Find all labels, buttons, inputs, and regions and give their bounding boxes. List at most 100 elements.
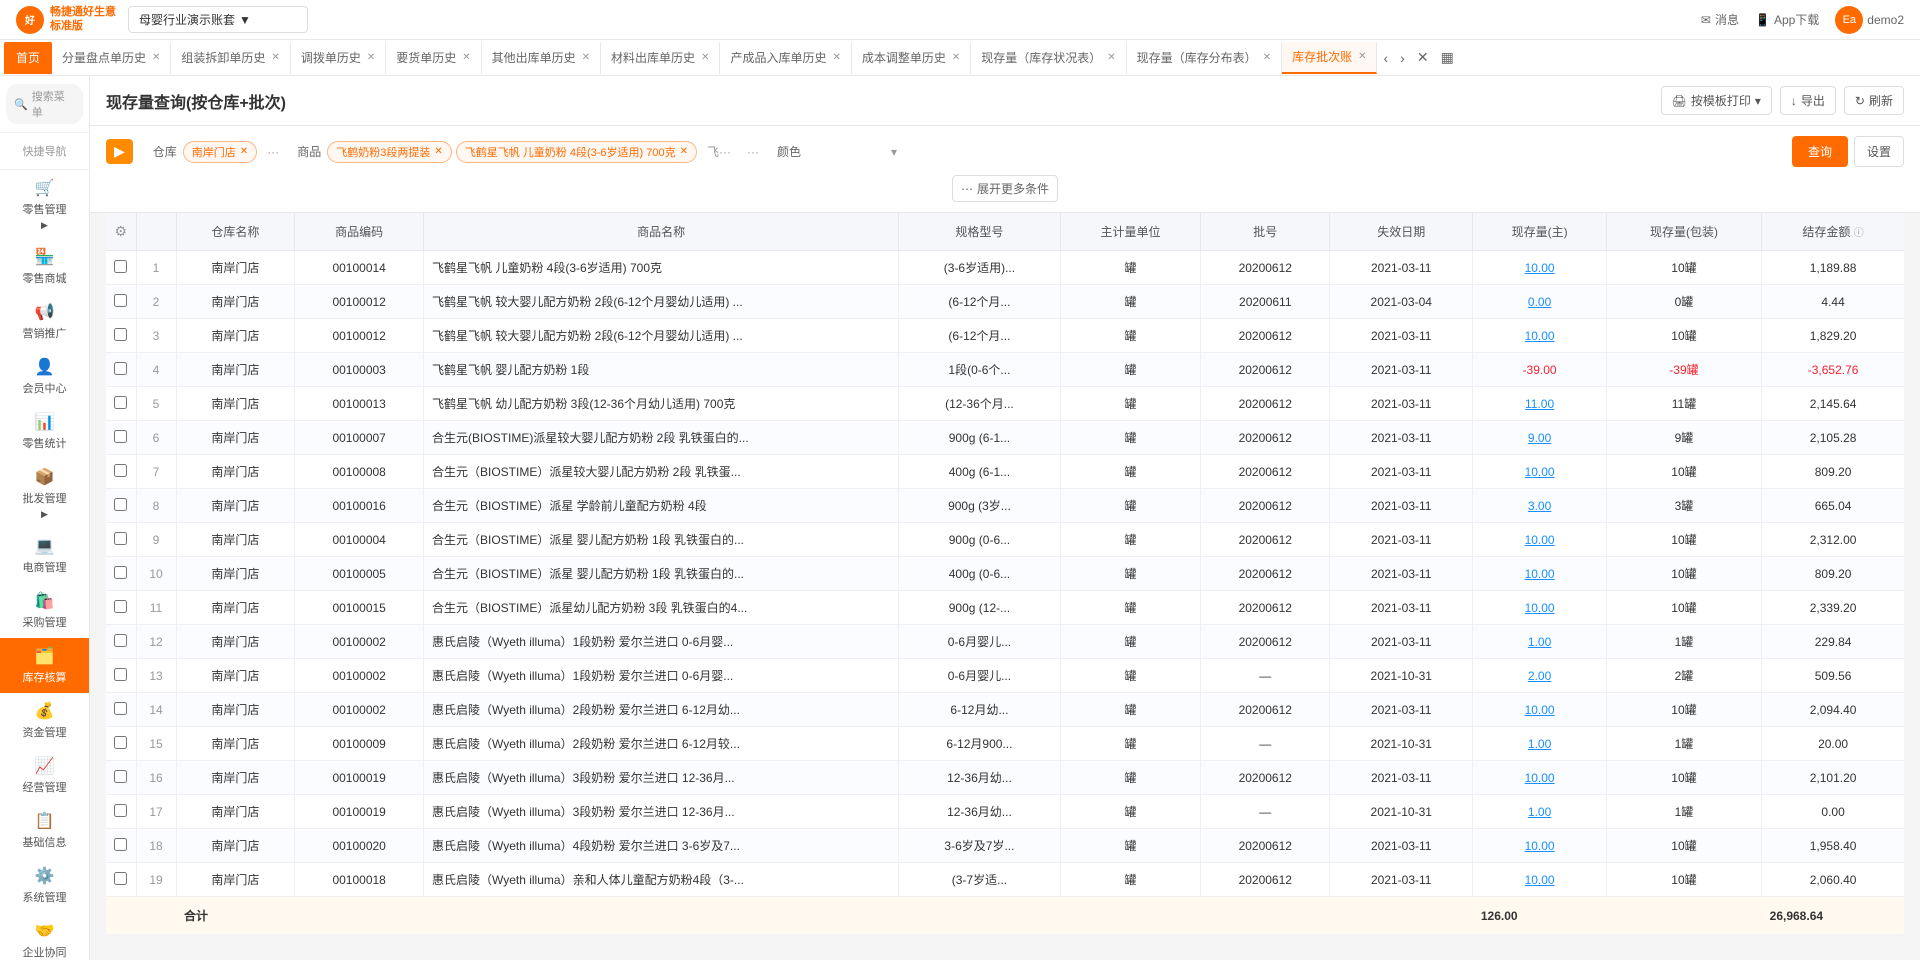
warehouse-tag-nananmen[interactable]: 南岸门店 ✕ [183,141,257,163]
template-print-button[interactable]: 🖨 按模板打印 ▾ [1661,86,1772,115]
tab-demand[interactable]: 要货单历史 ✕ [386,42,481,74]
row-qty-main[interactable]: 10.00 [1473,319,1606,353]
row-qty-main[interactable]: 10.00 [1473,455,1606,489]
sidebar-item-shop[interactable]: 🏪 零售商城 [0,239,89,294]
row-qty-main[interactable]: 10.00 [1473,863,1606,897]
row-checkbox[interactable] [106,863,136,897]
row-qty-main[interactable]: 1.00 [1473,727,1606,761]
filter-expand-arrow[interactable]: ▶ [106,139,133,164]
row-qty-main[interactable]: 10.00 [1473,693,1606,727]
row-checkbox[interactable] [106,693,136,727]
tab-material-out[interactable]: 材料出库单历史 ✕ [601,42,720,74]
col-settings[interactable]: ⚙ [106,213,136,251]
row-checkbox[interactable] [106,557,136,591]
sidebar-item-wholesale[interactable]: 📦 批发管理 ▶ [0,459,89,528]
tab-home[interactable]: 首页 [4,42,52,74]
export-button[interactable]: ↓ 导出 [1780,86,1836,115]
row-checkbox[interactable] [106,591,136,625]
sidebar-item-marketing[interactable]: 📢 营销推广 [0,294,89,349]
tab-stock-status[interactable]: 现存量（库存状况表） ✕ [971,42,1126,74]
row-checkbox[interactable] [106,727,136,761]
row-qty-main[interactable]: 0.00 [1473,285,1606,319]
tab-close-icon[interactable]: ✕ [582,52,590,63]
row-checkbox[interactable] [106,761,136,795]
filter-more-products-button[interactable]: 飞··· [701,141,737,162]
tab-close-icon[interactable]: ✕ [1358,51,1366,62]
row-qty-main[interactable]: 10.00 [1473,761,1606,795]
filter-ellipsis[interactable]: ··· [741,143,765,161]
sidebar-item-purchase[interactable]: 🛍️ 采购管理 [0,583,89,638]
tab-close-icon[interactable]: ✕ [1263,52,1271,63]
row-checkbox[interactable] [106,319,136,353]
tab-prev-button[interactable]: ‹ [1377,50,1394,66]
tab-close-icon[interactable]: ✕ [367,52,375,63]
tab-allocate[interactable]: 调拨单历史 ✕ [291,42,386,74]
tab-close-icon[interactable]: ✕ [832,52,840,63]
tag-close-icon[interactable]: ✕ [240,146,248,157]
row-qty-main[interactable]: 10.00 [1473,591,1606,625]
row-qty-main[interactable]: 9.00 [1473,421,1606,455]
org-selector[interactable]: 母婴行业演示账套 ▼ [128,6,308,33]
tab-close-icon[interactable]: ✕ [952,52,960,63]
tab-inventory-split[interactable]: 分量盘点单历史 ✕ [52,42,171,74]
sidebar-item-ecommerce[interactable]: 💻 电商管理 [0,528,89,583]
sidebar-item-finance[interactable]: 💰 资金管理 [0,693,89,748]
row-checkbox[interactable] [106,625,136,659]
sidebar-search-box[interactable]: 🔍 搜索菜单 [6,84,83,124]
tag-close-icon[interactable]: ✕ [434,146,442,157]
tab-menu-button[interactable]: ▦ [1435,49,1460,66]
tab-next-button[interactable]: › [1394,50,1411,66]
tab-disassemble[interactable]: 组装拆卸单历史 ✕ [171,42,290,74]
row-checkbox[interactable] [106,251,136,285]
tab-batch-ledger[interactable]: 库存批次账 ✕ [1282,42,1377,74]
query-button[interactable]: 查询 [1792,136,1848,167]
row-checkbox[interactable] [106,829,136,863]
expand-conditions-button[interactable]: ⋯ 展开更多条件 [952,175,1058,202]
sidebar-item-operations[interactable]: 📈 经营管理 [0,748,89,803]
sidebar-item-system[interactable]: ⚙️ 系统管理 [0,858,89,913]
row-checkbox[interactable] [106,387,136,421]
product-tag-2[interactable]: 飞鹤星飞帆 儿童奶粉 4段(3-6岁适用) 700克 ✕ [456,141,697,163]
sidebar-item-retail[interactable]: 🛒 零售管理 ▶ [0,170,89,239]
sidebar-item-stats[interactable]: 📊 零售统计 [0,404,89,459]
tab-close-icon[interactable]: ✕ [701,52,709,63]
tag-close-icon[interactable]: ✕ [680,146,688,157]
tab-stock-dist[interactable]: 现存量（库存分布表） ✕ [1127,42,1282,74]
row-checkbox[interactable] [106,489,136,523]
sidebar-item-enterprise[interactable]: 🤝 企业协同 [0,913,89,960]
row-qty-main[interactable]: 2.00 [1473,659,1606,693]
tab-close-icon[interactable]: ✕ [462,52,470,63]
sidebar-item-basic[interactable]: 📋 基础信息 [0,803,89,858]
row-qty-main[interactable]: 1.00 [1473,625,1606,659]
tab-close-all-button[interactable]: ✕ [1411,49,1435,66]
row-checkbox[interactable] [106,455,136,489]
row-qty-main[interactable]: 10.00 [1473,829,1606,863]
message-button[interactable]: ✉ 消息 [1701,11,1739,28]
tab-close-icon[interactable]: ✕ [1107,52,1115,63]
row-qty-main[interactable]: 10.00 [1473,523,1606,557]
filter-more-button[interactable]: ··· [261,143,285,161]
tab-close-icon[interactable]: ✕ [271,52,279,63]
tab-cost-adjust[interactable]: 成本调整单历史 ✕ [852,42,971,74]
user-info[interactable]: Ea demo2 [1835,6,1904,34]
color-dropdown-icon[interactable]: ▾ [891,145,897,159]
row-checkbox[interactable] [106,421,136,455]
app-download-button[interactable]: 📱 App下载 [1755,11,1819,28]
setting-button[interactable]: 设置 [1854,136,1904,167]
tab-close-icon[interactable]: ✕ [152,52,160,63]
row-qty-main[interactable]: 11.00 [1473,387,1606,421]
sidebar-item-inventory[interactable]: 🗂️ 库存核算 [0,638,89,693]
row-checkbox[interactable] [106,659,136,693]
row-checkbox[interactable] [106,523,136,557]
row-qty-main[interactable]: 10.00 [1473,251,1606,285]
product-tag-1[interactable]: 飞鹤奶粉3段两提装 ✕ [327,141,452,163]
sidebar-item-member[interactable]: 👤 会员中心 [0,349,89,404]
row-qty-main[interactable]: 1.00 [1473,795,1606,829]
tab-product-in[interactable]: 产成品入库单历史 ✕ [720,42,851,74]
row-qty-main[interactable]: 3.00 [1473,489,1606,523]
refresh-button[interactable]: ↻ 刷新 [1844,86,1904,115]
row-checkbox[interactable] [106,353,136,387]
row-checkbox[interactable] [106,285,136,319]
row-checkbox[interactable] [106,795,136,829]
row-qty-main[interactable]: 10.00 [1473,557,1606,591]
